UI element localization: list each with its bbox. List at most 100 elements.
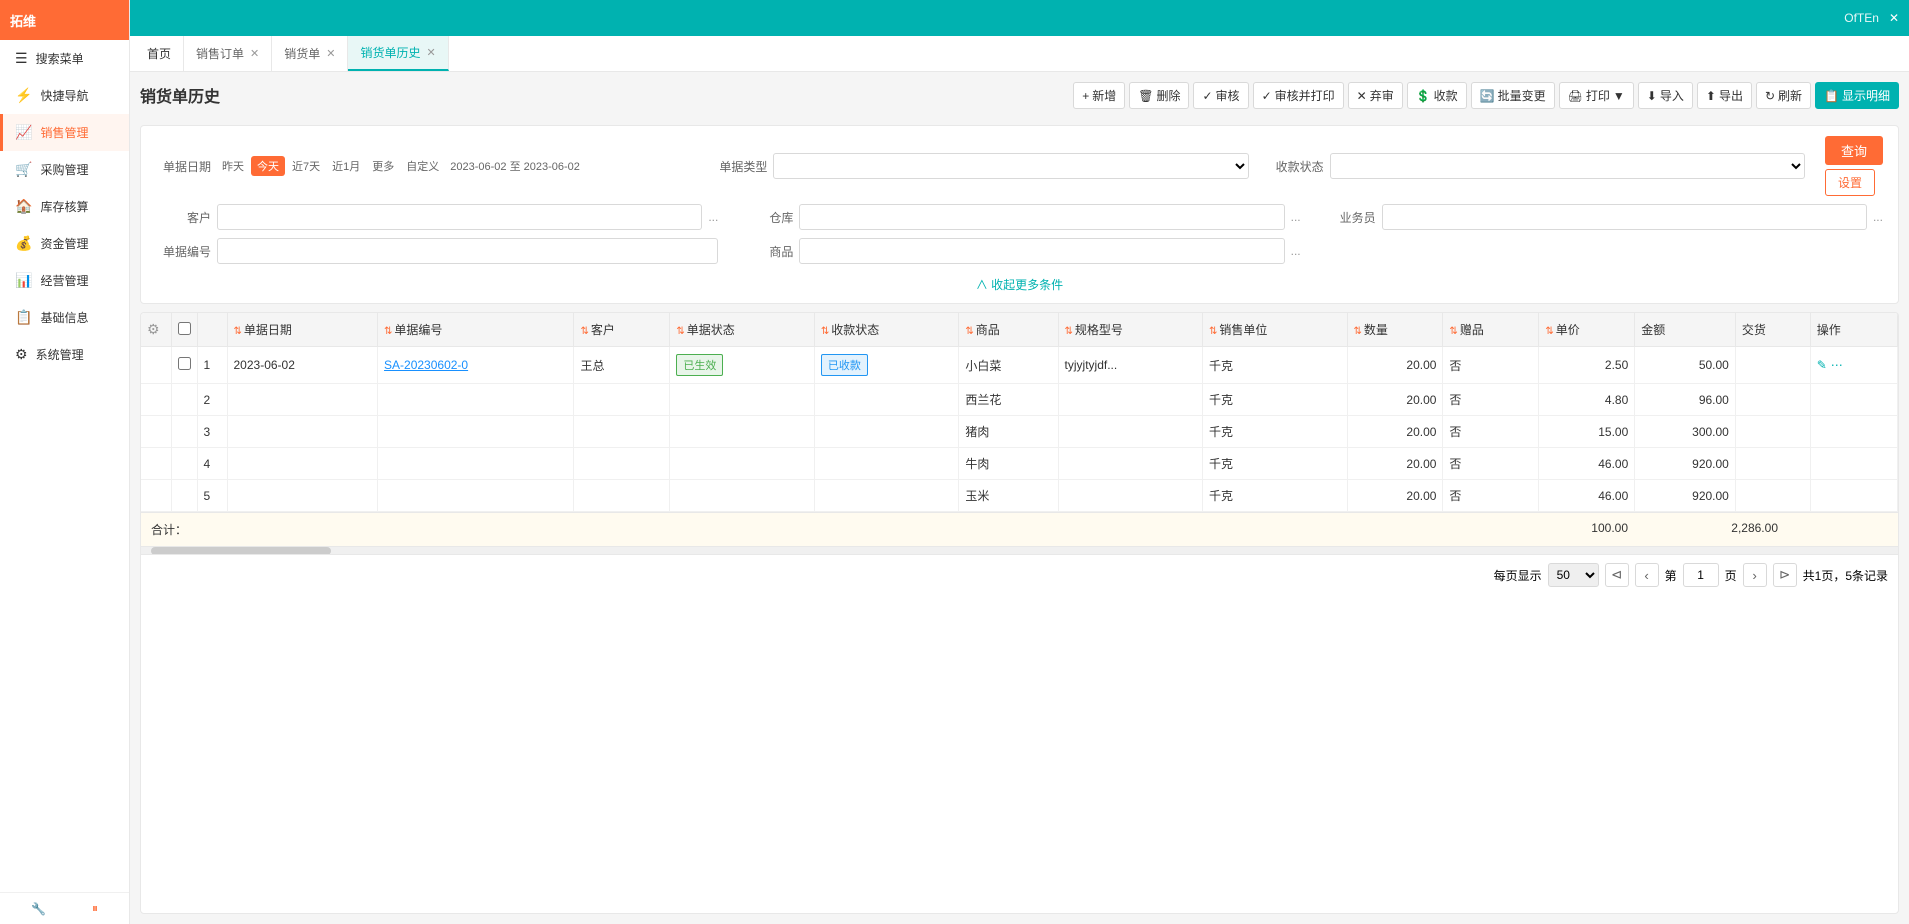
sidebar-item-sys-mgmt[interactable]: ⚙ 系统管理 [0,336,129,373]
sidebar-item-sales-mgmt[interactable]: 📈 销售管理 [0,114,129,151]
summary-total-qty: 100.00 [1588,521,1708,538]
tab-sales-history[interactable]: 销货单历史 ✕ [348,36,448,71]
row-spec-type [1058,384,1202,416]
row-doc-no[interactable] [378,448,574,480]
audit-print-button[interactable]: ✓ 审核并打印 [1253,82,1344,109]
goods-input[interactable] [799,238,1284,264]
date-btn-1month[interactable]: 近1月 [327,156,365,176]
col-unit-price[interactable]: ⇅单价 [1539,313,1635,347]
col-goods[interactable]: ⇅商品 [959,313,1058,347]
sales-rep-more-icon[interactable]: ... [1873,210,1883,224]
batch-change-button[interactable]: 🔄 批量变更 [1471,82,1555,109]
select-all-checkbox[interactable] [178,322,191,335]
pause-bottom-icon[interactable]: ⏸ [92,901,98,916]
col-doc-date[interactable]: ⇅单据日期 [227,313,378,347]
row-checkbox[interactable] [178,357,191,370]
row-checkbox-cell [171,347,197,384]
abandon-button[interactable]: ✕ 弃审 [1348,82,1403,109]
prev-page-btn[interactable]: ‹ [1635,563,1659,587]
show-details-button[interactable]: 📋 显示明细 [1815,82,1899,109]
sidebar-item-fund-mgmt[interactable]: 💰 资金管理 [0,225,129,262]
collect-button[interactable]: 💲 收款 [1407,82,1467,109]
per-page-select[interactable]: 50 100 200 [1548,563,1599,587]
date-btn-more[interactable]: 更多 [367,156,399,176]
row-doc-no[interactable]: SA-20230602-0 [378,347,574,384]
row-operation[interactable] [1810,480,1897,512]
tab-sales-goods-close[interactable]: ✕ [326,47,335,60]
col-doc-status[interactable]: ⇅单据状态 [670,313,814,347]
doc-no-input[interactable] [217,238,718,264]
col-qty[interactable]: ⇅数量 [1347,313,1443,347]
import-button[interactable]: ⬇ 导入 [1638,82,1693,109]
next-page-btn[interactable]: › [1743,563,1767,587]
row-operation[interactable] [1810,384,1897,416]
delete-button[interactable]: 🗑 删除 [1129,82,1189,109]
row-doc-no[interactable] [378,416,574,448]
col-sales-unit[interactable]: ⇅销售单位 [1203,313,1347,347]
sidebar-item-purchase-mgmt[interactable]: 🛒 采购管理 [0,151,129,188]
settings-bottom-icon[interactable]: 🔧 [31,902,46,916]
gear-icon[interactable]: ⚙ [147,321,160,337]
add-button[interactable]: + 新增 [1073,82,1125,109]
date-btn-yesterday[interactable]: 昨天 [217,156,249,176]
last-page-btn[interactable]: ⊳ [1773,563,1797,587]
first-page-btn[interactable]: ⊲ [1605,563,1629,587]
tab-sales-history-close[interactable]: ✕ [427,46,436,59]
row-operation[interactable] [1810,448,1897,480]
warehouse-more-icon[interactable]: ... [1291,210,1301,224]
edit-op-btn[interactable]: ✎ [1817,358,1827,372]
close-window-icon[interactable]: ✕ [1889,11,1899,25]
sidebar-item-inventory-calc[interactable]: 🏠 库存核算 [0,188,129,225]
doc-type-select[interactable] [773,153,1248,179]
date-btn-7days[interactable]: 近7天 [287,156,325,176]
col-gift[interactable]: ⇅赠品 [1443,313,1539,347]
sidebar-item-basic-info[interactable]: 📋 基础信息 [0,299,129,336]
row-sales-unit: 千克 [1203,416,1347,448]
row-doc-no[interactable] [378,384,574,416]
setup-button[interactable]: 设置 [1825,169,1875,196]
row-transaction [1735,347,1810,384]
page-input[interactable] [1683,563,1719,587]
row-operation[interactable] [1810,416,1897,448]
row-amount: 300.00 [1635,416,1736,448]
date-btn-today[interactable]: 今天 [251,156,285,176]
sidebar-item-biz-mgmt[interactable]: 📊 经营管理 [0,262,129,299]
audit-button[interactable]: ✓ 审核 [1193,82,1248,109]
refresh-button[interactable]: ↻ 刷新 [1756,82,1811,109]
customer-input[interactable] [217,204,702,230]
warehouse-input[interactable] [799,204,1284,230]
col-spec-type[interactable]: ⇅规格型号 [1058,313,1202,347]
sidebar-item-search-menu[interactable]: ☰ 搜索菜单 [0,40,129,77]
biz-icon: 📊 [15,272,32,289]
table-row: 5 玉米 千克 20.00 否 46.00 920.00 [141,480,1898,512]
date-btn-custom[interactable]: 自定义 [401,156,444,176]
row-doc-date: 2023-06-02 [227,347,378,384]
customer-more-icon[interactable]: ... [708,210,718,224]
tab-sales-goods[interactable]: 销货单 ✕ [272,36,348,71]
table-row: 2 西兰花 千克 20.00 否 4.80 96.00 [141,384,1898,416]
row-checkbox-cell [171,480,197,512]
horizontal-scrollbar[interactable] [141,546,1898,554]
row-unit-price: 46.00 [1539,480,1635,512]
col-gear[interactable]: ⚙ [141,313,171,347]
row-doc-no[interactable] [378,480,574,512]
tab-sales-order-close[interactable]: ✕ [250,47,259,60]
tab-home[interactable]: 首页 [135,36,184,71]
filter-group-sales-rep: 业务员 ... [1321,204,1883,230]
col-doc-no[interactable]: ⇅单据编号 [378,313,574,347]
sales-rep-input[interactable] [1382,204,1867,230]
row-operation[interactable]: ✎⋯ [1810,347,1897,384]
col-customer[interactable]: ⇅客户 [574,313,670,347]
col-collect-status[interactable]: ⇅收款状态 [814,313,958,347]
sidebar-item-quick-nav[interactable]: ⚡ 快捷导航 [0,77,129,114]
import-icon: ⬇ [1647,89,1657,103]
more-op-btn[interactable]: ⋯ [1831,358,1843,372]
print-button[interactable]: 🖨 打印 ▼ [1559,82,1634,109]
collect-status-select[interactable] [1330,153,1805,179]
filter-collapse[interactable]: ∧ 收起更多条件 [156,272,1883,293]
tab-sales-order[interactable]: 销售订单 ✕ [184,36,272,71]
export-button[interactable]: ⬆ 导出 [1697,82,1752,109]
goods-more-icon[interactable]: ... [1291,244,1301,258]
query-button[interactable]: 查询 [1825,136,1883,165]
filter-group-date: 单据日期 昨天 今天 近7天 近1月 更多 自定义 2023-06-02 至 2… [156,156,692,176]
